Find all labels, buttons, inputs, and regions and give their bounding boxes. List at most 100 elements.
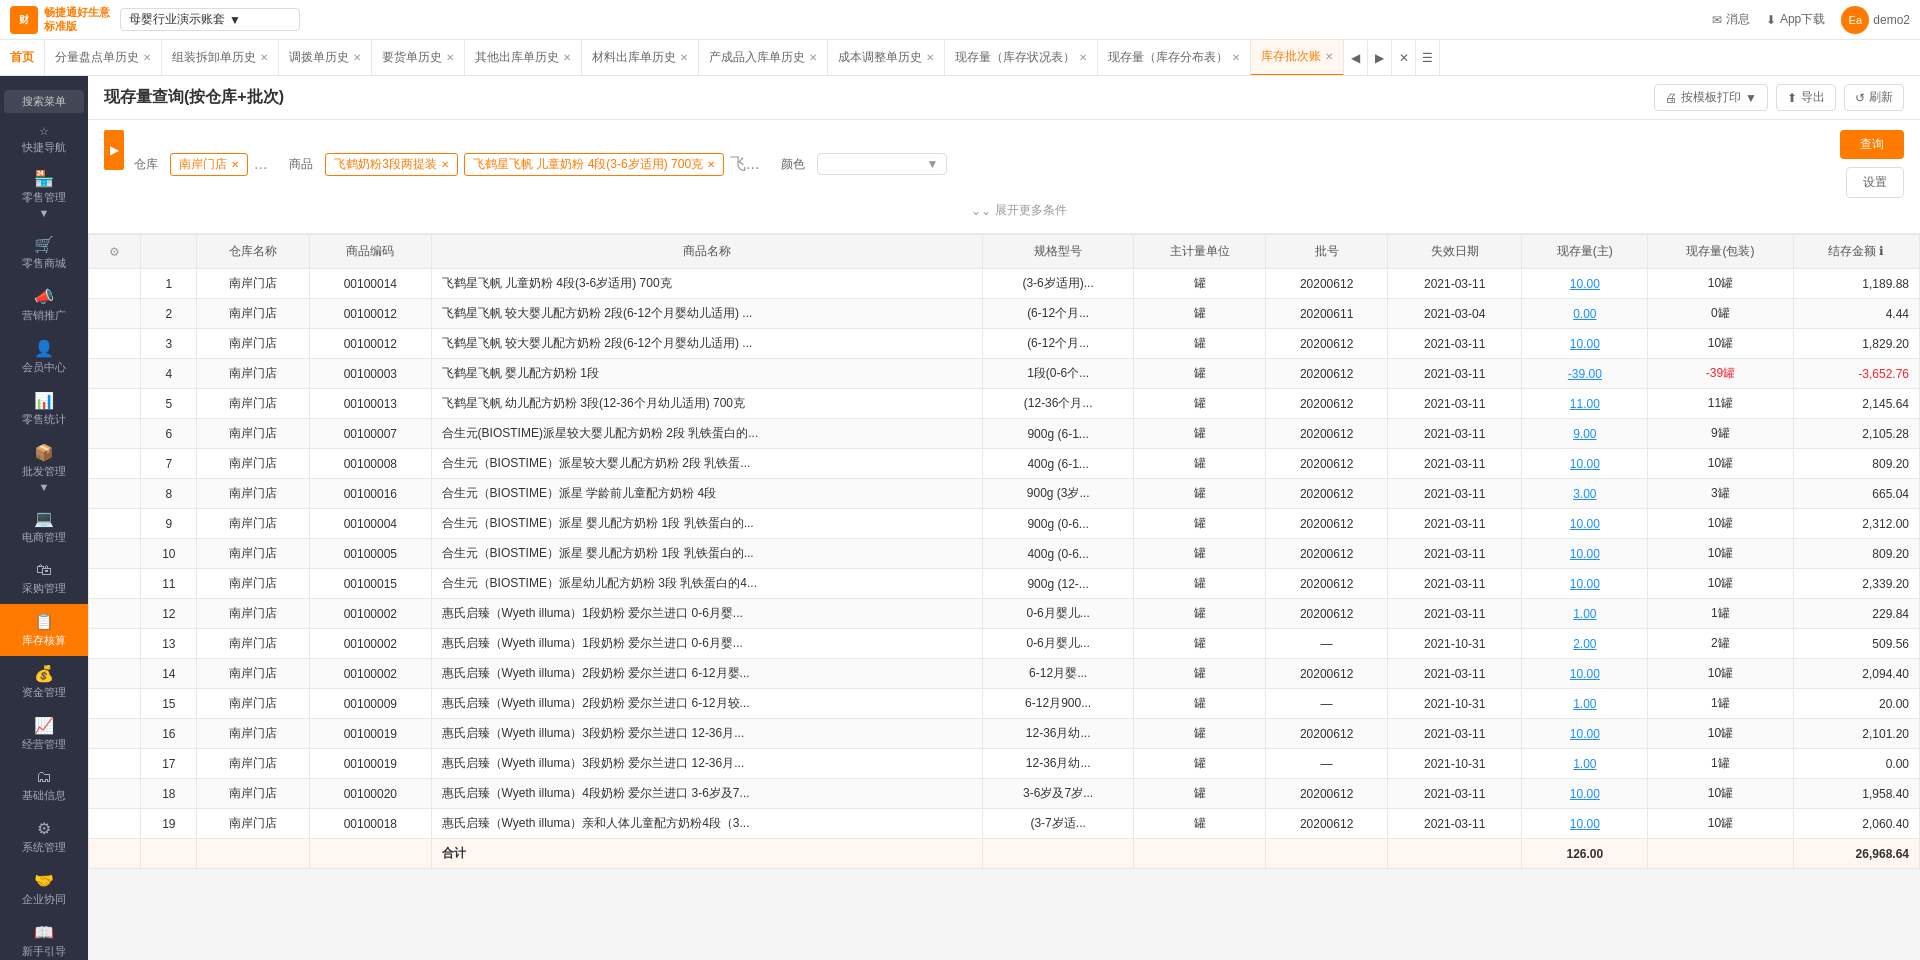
goods-code-cell: 00100016 (310, 479, 432, 509)
stock-main-cell[interactable]: 1.00 (1522, 689, 1648, 719)
close-icon[interactable]: ✕ (143, 52, 151, 63)
tab-product-in[interactable]: 产成品入库单历史 ✕ (699, 40, 828, 76)
tag-close-icon[interactable]: ✕ (231, 159, 239, 170)
tab-other-out[interactable]: 其他出库单历史 ✕ (465, 40, 582, 76)
tab-stock-status[interactable]: 现存量（库存状况表） ✕ (945, 40, 1098, 76)
stock-main-cell[interactable]: 1.00 (1522, 749, 1648, 779)
tab-material-out[interactable]: 材料出库单历史 ✕ (582, 40, 699, 76)
sidebar-item-marketing[interactable]: 📣 营销推广 (0, 279, 88, 331)
close-icon[interactable]: ✕ (353, 52, 361, 63)
sidebar-item-system-mgmt[interactable]: ⚙ 系统管理 (0, 811, 88, 863)
sidebar-item-ecommerce[interactable]: 💻 电商管理 (0, 501, 88, 553)
stock-main-cell[interactable]: 10.00 (1522, 659, 1648, 689)
sidebar-item-retail-mall[interactable]: 🛒 零售商城 (0, 227, 88, 279)
tab-zu-chai[interactable]: 组装拆卸单历史 ✕ (162, 40, 279, 76)
stock-main-cell[interactable]: 10.00 (1522, 779, 1648, 809)
close-icon[interactable]: ✕ (1232, 52, 1240, 63)
expand-column-button[interactable]: ▶ (104, 130, 124, 170)
balance-cell: -3,652.76 (1793, 359, 1919, 389)
tab-batch-account[interactable]: 库存批次账 ✕ (1251, 40, 1344, 76)
sidebar-item-enterprise-coop[interactable]: 🤝 企业协同 (0, 863, 88, 915)
warehouse-tag-nanan[interactable]: 南岸门店 ✕ (170, 153, 248, 176)
store-selector[interactable]: 母婴行业演示账套 ▼ (120, 8, 300, 31)
close-icon[interactable]: ✕ (926, 52, 934, 63)
tab-menu-button[interactable]: ☰ (1416, 40, 1440, 76)
tag-close-icon[interactable]: ✕ (707, 159, 715, 170)
stock-main-cell[interactable]: 3.00 (1522, 479, 1648, 509)
goods-more-button[interactable]: 飞... (730, 154, 759, 175)
goods-name-col-header: 商品名称 (431, 235, 983, 269)
tab-close-button[interactable]: ✕ (1392, 40, 1416, 76)
color-input-field[interactable] (826, 157, 926, 171)
goods-tag-2[interactable]: 飞鹤星飞帆 儿童奶粉 4段(3-6岁适用) 700克 ✕ (464, 153, 724, 176)
stock-main-cell[interactable]: 1.00 (1522, 599, 1648, 629)
goods-name-cell: 合生元（BIOSTIME）派星 学龄前儿童配方奶粉 4段 (431, 479, 983, 509)
messages-button[interactable]: ✉ 消息 (1712, 11, 1750, 28)
close-icon[interactable]: ✕ (1079, 52, 1087, 63)
tab-next-button[interactable]: ▶ (1368, 40, 1392, 76)
close-icon[interactable]: ✕ (1325, 51, 1333, 62)
stock-main-cell[interactable]: 9.00 (1522, 419, 1648, 449)
stock-main-cell[interactable]: 2.00 (1522, 629, 1648, 659)
chevron-down-icon[interactable]: ▼ (926, 157, 938, 171)
tag-close-icon[interactable]: ✕ (441, 159, 449, 170)
stock-main-cell[interactable]: 10.00 (1522, 269, 1648, 299)
close-icon[interactable]: ✕ (563, 52, 571, 63)
query-button[interactable]: 查询 (1840, 130, 1904, 159)
sidebar-item-operation-mgmt[interactable]: 📈 经营管理 (0, 708, 88, 760)
sidebar-item-wholesale-mgmt[interactable]: 📦 批发管理 ▼ (0, 435, 88, 501)
stock-main-cell[interactable]: 0.00 (1522, 299, 1648, 329)
warehouse-cell: 南岸门店 (197, 809, 310, 839)
chevron-down-icon: ⌄⌄ (971, 204, 991, 218)
settings-cell (89, 479, 141, 509)
refresh-button[interactable]: ↺ 刷新 (1844, 84, 1904, 111)
expand-more-button[interactable]: ⌄⌄ 展开更多条件 (971, 202, 1067, 219)
goods-tag-1[interactable]: 飞鹤奶粉3段两提装 ✕ (325, 153, 458, 176)
tab-cost-adj[interactable]: 成本调整单历史 ✕ (828, 40, 945, 76)
close-icon[interactable]: ✕ (446, 52, 454, 63)
sidebar-item-new-guide[interactable]: 📖 新手引导 (0, 915, 88, 960)
stock-main-cell[interactable]: 10.00 (1522, 449, 1648, 479)
close-icon[interactable]: ✕ (260, 52, 268, 63)
tab-yao-huo[interactable]: 要货单历史 ✕ (372, 40, 465, 76)
stock-main-cell[interactable]: 10.00 (1522, 329, 1648, 359)
tab-stock-dist[interactable]: 现存量（库存分布表） ✕ (1098, 40, 1251, 76)
table-row: 18 南岸门店 00100020 惠氏启臻（Wyeth illuma）4段奶粉 … (89, 779, 1920, 809)
tab-diao-bo[interactable]: 调拨单历史 ✕ (279, 40, 372, 76)
close-icon[interactable]: ✕ (680, 52, 688, 63)
stock-main-cell[interactable]: 10.00 (1522, 569, 1648, 599)
stock-main-cell[interactable]: 11.00 (1522, 389, 1648, 419)
sidebar-item-member-center[interactable]: 👤 会员中心 (0, 331, 88, 383)
stock-main-cell[interactable]: 10.00 (1522, 509, 1648, 539)
tab-other-out-label: 其他出库单历史 (475, 49, 559, 66)
tab-home[interactable]: 首页 (0, 40, 45, 76)
stock-main-cell[interactable]: 10.00 (1522, 719, 1648, 749)
sidebar-item-finance-mgmt[interactable]: 💰 资金管理 (0, 656, 88, 708)
user-profile-button[interactable]: Ea demo2 (1841, 6, 1910, 34)
messages-label: 消息 (1726, 11, 1750, 28)
stock-main-cell[interactable]: 10.00 (1522, 809, 1648, 839)
balance-cell: 509.56 (1793, 629, 1919, 659)
tab-prev-button[interactable]: ◀ (1344, 40, 1368, 76)
sidebar-item-purchase-mgmt[interactable]: 🛍 采购管理 (0, 553, 88, 604)
settings-button[interactable]: 设置 (1846, 167, 1904, 198)
tab-fen-pan[interactable]: 分量盘点单历史 ✕ (45, 40, 162, 76)
batch-cell: 20200612 (1266, 359, 1388, 389)
app-download-button[interactable]: ⬇ App下载 (1766, 11, 1825, 28)
print-button[interactable]: 🖨 按模板打印 ▼ (1654, 84, 1768, 111)
export-button[interactable]: ⬆ 导出 (1776, 84, 1836, 111)
sidebar-item-stock-check[interactable]: 📋 库存核算 (0, 604, 88, 656)
stock-main-cell[interactable]: -39.00 (1522, 359, 1648, 389)
sidebar-item-retail-stats[interactable]: 📊 零售统计 (0, 383, 88, 435)
quick-nav-button[interactable]: ☆ 快捷导航 (0, 119, 88, 161)
close-icon[interactable]: ✕ (809, 52, 817, 63)
sidebar-item-retail-mgmt[interactable]: 🏪 零售管理 ▼ (0, 161, 88, 227)
warehouse-more-button[interactable]: ... (254, 155, 267, 173)
sidebar-item-basic-info[interactable]: 🗂 基础信息 (0, 760, 88, 811)
settings-col-header[interactable]: ⚙ (89, 235, 141, 269)
search-menu-button[interactable]: 搜索菜单 (4, 90, 84, 113)
color-filter-input[interactable]: ▼ (817, 153, 947, 175)
mall-icon: 🛒 (34, 235, 54, 254)
stock-main-cell[interactable]: 10.00 (1522, 539, 1648, 569)
tab-zu-chai-label: 组装拆卸单历史 (172, 49, 256, 66)
